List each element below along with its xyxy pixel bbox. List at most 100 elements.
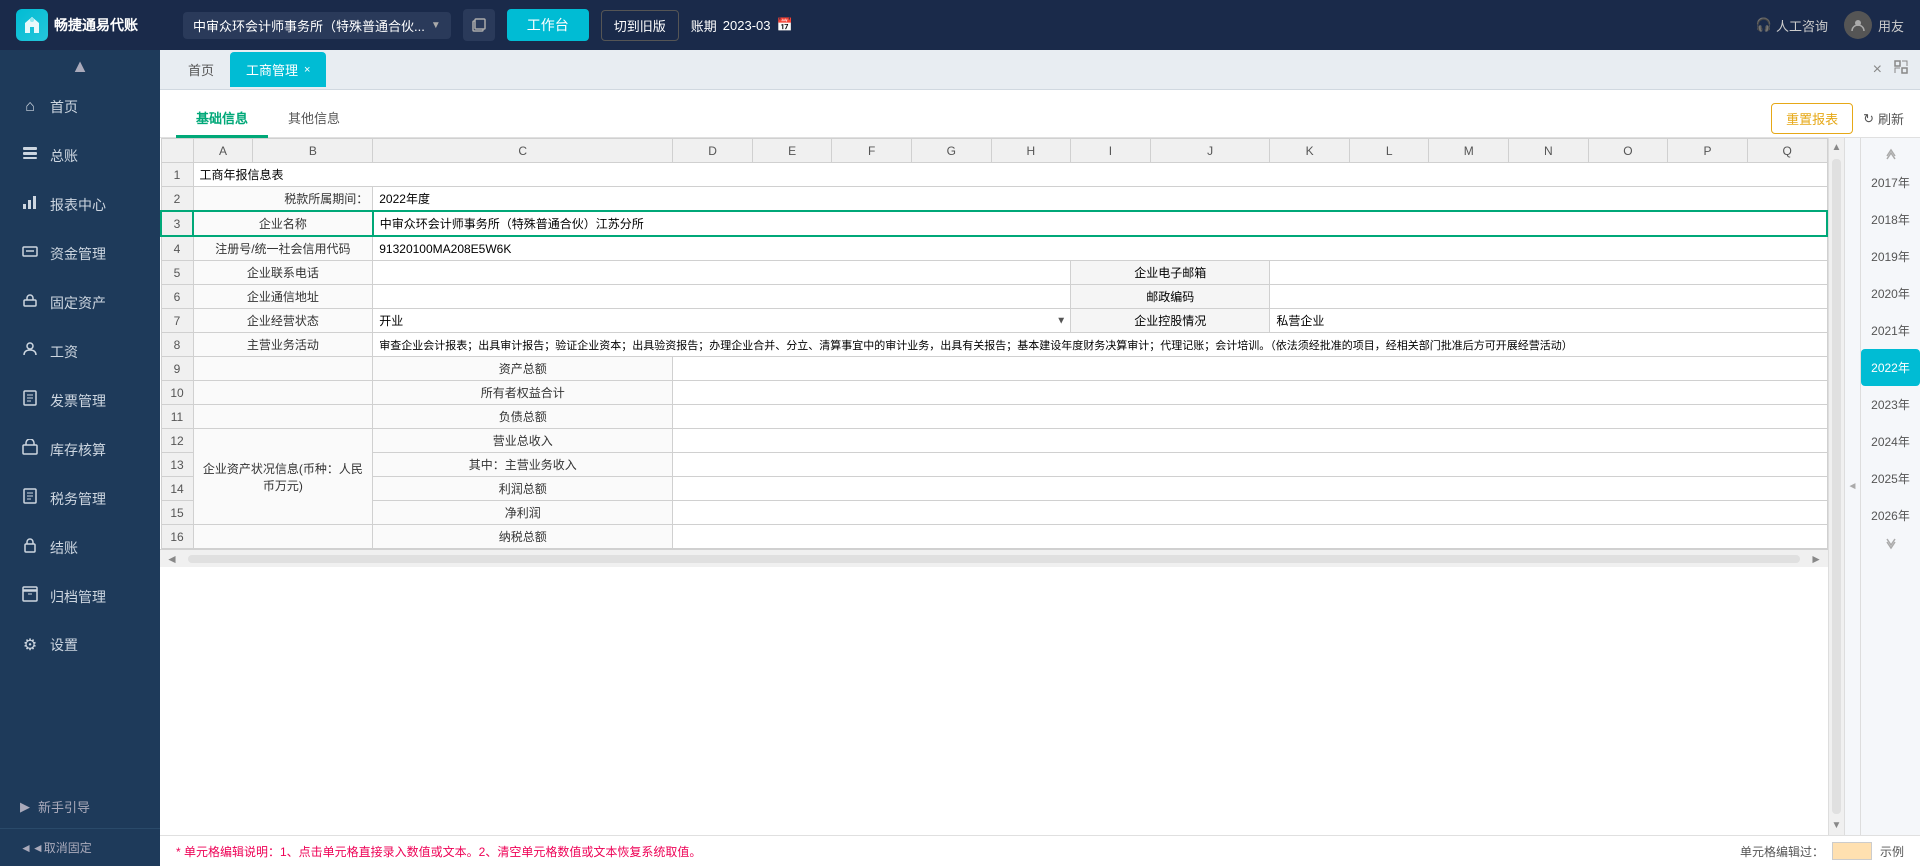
user-area[interactable]: 用友: [1844, 11, 1904, 39]
phone-value[interactable]: [373, 261, 1071, 285]
year-item-2024[interactable]: 2024年: [1861, 423, 1920, 460]
assets-value[interactable]: [673, 357, 1827, 381]
year-item-2020[interactable]: 2020年: [1861, 275, 1920, 312]
row-num: 1: [161, 163, 193, 187]
new-guide-button[interactable]: ▶ 新手引导: [0, 785, 160, 828]
year-item-2019[interactable]: 2019年: [1861, 238, 1920, 275]
sidebar-item-closing[interactable]: 结账: [0, 523, 160, 572]
cancel-fixed-button[interactable]: ◄◄取消固定: [0, 828, 160, 866]
sidebar-item-reports[interactable]: 报表中心: [0, 180, 160, 229]
workbench-button[interactable]: 工作台: [507, 9, 589, 41]
col-g: G: [911, 139, 991, 163]
biz-status-value[interactable]: 开业 ▼: [373, 309, 1071, 333]
reports-icon: [20, 194, 40, 215]
company-selector[interactable]: 中审众环会计师事务所（特殊普通合伙... ▼: [183, 12, 451, 39]
sub-tab-basic[interactable]: 基础信息: [176, 100, 268, 138]
phone-label: 企业联系电话: [193, 261, 373, 285]
tax-period-value[interactable]: 2022年度: [373, 187, 1827, 212]
table-row: 8 主营业务活动 审查企业会计报表；出具审计报告；验证企业资本；出具验资报告；办…: [161, 333, 1827, 357]
email-value[interactable]: [1270, 261, 1827, 285]
sidebar-item-invoices[interactable]: 发票管理: [0, 376, 160, 425]
table-row: 14 利润总额: [161, 477, 1827, 501]
sidebar-item-inventory[interactable]: 库存核算: [0, 425, 160, 474]
col-f: F: [832, 139, 912, 163]
main-biz-label: 主营业务活动: [193, 333, 373, 357]
refresh-button[interactable]: ↻ 刷新: [1863, 109, 1904, 128]
h-scroll-track[interactable]: [188, 555, 1800, 563]
sidebar-item-funds[interactable]: 资金管理: [0, 229, 160, 278]
new-guide-label: 新手引导: [38, 797, 90, 816]
year-panel-down[interactable]: [1861, 534, 1920, 556]
sidebar-item-salary[interactable]: 工资: [0, 327, 160, 376]
tab-close-icon[interactable]: ×: [304, 64, 310, 76]
year-item-2022[interactable]: 2022年: [1861, 349, 1920, 386]
company-name-value[interactable]: 中审众环会计师事务所（特殊普通合伙）江苏分所: [373, 211, 1827, 236]
calendar-icon[interactable]: 📅: [777, 17, 793, 33]
sidebar-item-home[interactable]: ⌂ 首页: [0, 83, 160, 131]
year-item-2025[interactable]: 2025年: [1861, 460, 1920, 497]
year-item-2018[interactable]: 2018年: [1861, 201, 1920, 238]
profit-value[interactable]: [673, 477, 1827, 501]
scroll-right-btn[interactable]: ►: [1804, 552, 1828, 566]
year-panel: 2017年 2018年 2019年 2020年 2021年 2022年 2023…: [1860, 138, 1920, 835]
active-tab-label: 工商管理: [246, 60, 298, 79]
revenue-value[interactable]: [673, 429, 1827, 453]
app-title: 畅捷通易代账: [54, 15, 138, 35]
sidebar-item-tax[interactable]: 税务管理: [0, 474, 160, 523]
year-item-2021[interactable]: 2021年: [1861, 312, 1920, 349]
sidebar-item-archive[interactable]: 归档管理: [0, 572, 160, 621]
support-button[interactable]: 🎧 人工咨询: [1756, 16, 1828, 35]
period-area: 账期 2023-03 📅: [691, 16, 793, 35]
v-scroll-down[interactable]: ▼: [1829, 816, 1844, 835]
year-item-2017[interactable]: 2017年: [1861, 164, 1920, 201]
main-biz-value[interactable]: 审查企业会计报表；出具审计报告；验证企业资本；出具验资报告；办理企业合并、分立、…: [373, 333, 1827, 357]
address-value[interactable]: [373, 285, 1071, 309]
profit-label: 利润总额: [373, 477, 673, 501]
col-a: A: [193, 139, 253, 163]
row-num: 10: [161, 381, 193, 405]
spreadsheet-table: A B C D E F G H I J K L: [160, 138, 1828, 549]
year-panel-up[interactable]: [1861, 142, 1920, 164]
year-item-2026[interactable]: 2026年: [1861, 497, 1920, 534]
close-window-icon[interactable]: ×: [1873, 61, 1882, 79]
v-scroll-thumb[interactable]: [1832, 159, 1841, 814]
tax-icon: [20, 488, 40, 509]
copy-icon[interactable]: [463, 9, 495, 41]
row-num: 13: [161, 453, 193, 477]
main-revenue-value[interactable]: [673, 453, 1827, 477]
spreadsheet-container[interactable]: A B C D E F G H I J K L: [160, 138, 1828, 835]
col-o: O: [1588, 139, 1668, 163]
col-q: Q: [1747, 139, 1827, 163]
home-icon: ⌂: [20, 98, 40, 116]
sidebar-scroll-up[interactable]: ▲: [0, 50, 160, 83]
table-row: 6 企业通信地址 邮政编码: [161, 285, 1827, 309]
empty-label-9: [193, 357, 373, 381]
tab-industrial[interactable]: 工商管理 ×: [230, 52, 326, 87]
v-scroll-up[interactable]: ▲: [1829, 138, 1844, 157]
debt-value[interactable]: [673, 405, 1827, 429]
ownership-value[interactable]: 私营企业: [1270, 309, 1827, 333]
sidebar-item-settings[interactable]: ⚙ 设置: [0, 621, 160, 669]
reg-no-value[interactable]: 91320100MA208E5W6K: [373, 236, 1827, 261]
equity-value[interactable]: [673, 381, 1827, 405]
cell-edited-sample: [1832, 842, 1872, 860]
reset-button[interactable]: 重置报表: [1771, 103, 1853, 134]
postcode-value[interactable]: [1270, 285, 1827, 309]
collapse-panel-btn[interactable]: ◄: [1844, 138, 1860, 835]
tab-home[interactable]: 首页: [172, 52, 230, 87]
row-num: 11: [161, 405, 193, 429]
title-cell[interactable]: 工商年报信息表: [193, 163, 1827, 187]
expand-window-icon[interactable]: [1894, 60, 1908, 79]
net-profit-value[interactable]: [673, 501, 1827, 525]
scroll-left-btn[interactable]: ◄: [160, 552, 184, 566]
sample-label: 示例: [1880, 843, 1904, 860]
sidebar-item-ledger[interactable]: 总账: [0, 131, 160, 180]
h-scroll-area: ◄ ►: [160, 549, 1828, 567]
sidebar-item-label: 归档管理: [50, 587, 106, 607]
old-version-button[interactable]: 切到旧版: [601, 10, 679, 41]
sub-tab-other[interactable]: 其他信息: [268, 100, 360, 138]
total-tax-value[interactable]: [673, 525, 1827, 549]
sidebar-item-assets[interactable]: 固定资产: [0, 278, 160, 327]
col-p: P: [1668, 139, 1748, 163]
year-item-2023[interactable]: 2023年: [1861, 386, 1920, 423]
